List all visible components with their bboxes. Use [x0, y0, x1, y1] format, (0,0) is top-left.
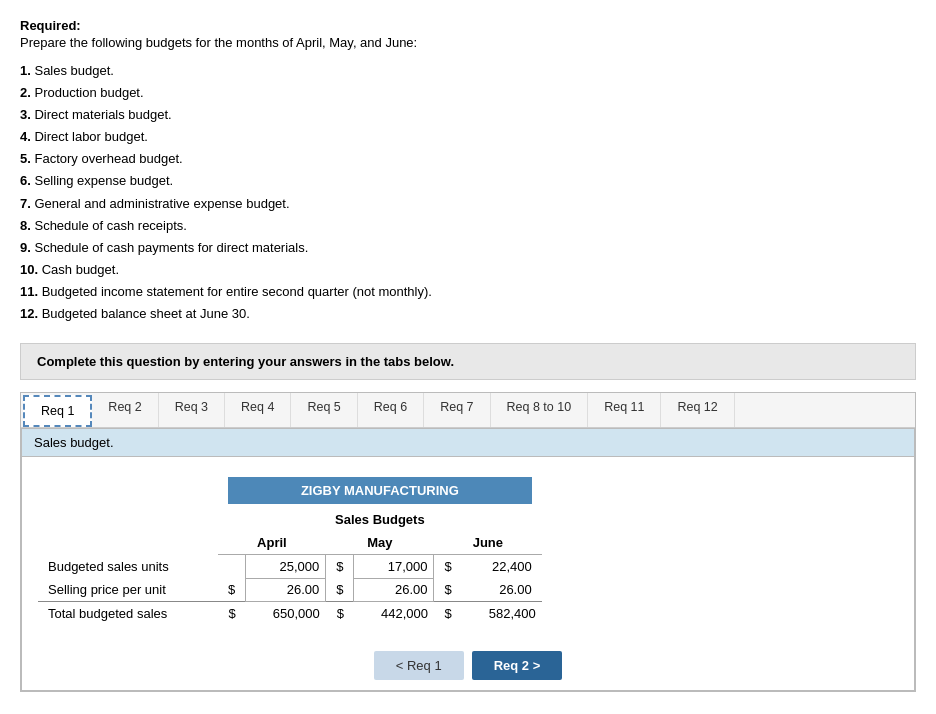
row-label-3: Total budgeted sales: [38, 602, 218, 626]
list-item: 1. Sales budget.: [20, 60, 916, 82]
row-label-1: Budgeted sales units: [38, 555, 218, 579]
tab-req2[interactable]: Req 2: [92, 393, 158, 427]
list-item: 10. Cash budget.: [20, 259, 916, 281]
prefix-may-2: $: [326, 578, 354, 602]
cell-june-1: 22,400: [462, 555, 542, 579]
cell-april-1[interactable]: 25,000: [246, 555, 326, 579]
nav-buttons: < Req 1 Req 2 >: [22, 637, 914, 690]
tab-req12[interactable]: Req 12: [661, 393, 734, 427]
budget-list: 1. Sales budget. 2. Production budget. 3…: [20, 60, 916, 325]
list-item: 11. Budgeted income statement for entire…: [20, 281, 916, 303]
content-area: Sales budget. ZIGBY MANUFACTURING Sales …: [21, 428, 915, 691]
next-button[interactable]: Req 2 >: [472, 651, 563, 680]
list-item: 12. Budgeted balance sheet at June 30.: [20, 303, 916, 325]
prefix-april-3: $: [218, 602, 246, 626]
cell-june-3: 582,400: [462, 602, 542, 626]
prefix-april-1: [218, 555, 246, 579]
budget-table: ZIGBY MANUFACTURING Sales Budgets April …: [38, 473, 542, 625]
intro-text: Prepare the following budgets for the mo…: [20, 35, 916, 50]
row-label-2: Selling price per unit: [38, 578, 218, 602]
cell-may-3: 442,000: [354, 602, 434, 626]
prefix-june-3: $: [434, 602, 462, 626]
list-item: 3. Direct materials budget.: [20, 104, 916, 126]
list-item: 8. Schedule of cash receipts.: [20, 215, 916, 237]
prefix-june-2: $: [434, 578, 462, 602]
tab-req6[interactable]: Req 6: [358, 393, 424, 427]
tab-req3[interactable]: Req 3: [159, 393, 225, 427]
required-label: Required:: [20, 18, 916, 33]
tabs-row: Req 1 Req 2 Req 3 Req 4 Req 5 Req 6 Req …: [21, 393, 915, 428]
tab-req1[interactable]: Req 1: [23, 395, 92, 427]
list-item: 9. Schedule of cash payments for direct …: [20, 237, 916, 259]
cell-june-2: 26.00: [462, 578, 542, 602]
list-item: 7. General and administrative expense bu…: [20, 193, 916, 215]
cell-may-1[interactable]: 17,000: [354, 555, 434, 579]
prefix-may-3: $: [326, 602, 354, 626]
section-header: Sales budget.: [22, 428, 914, 457]
company-name: ZIGBY MANUFACTURING: [228, 477, 532, 504]
prev-button[interactable]: < Req 1: [374, 651, 464, 680]
table-row: Budgeted sales units 25,000 $ 17,000 $ 2…: [38, 555, 542, 579]
prefix-may-1: $: [326, 555, 354, 579]
col-header-june: June: [434, 531, 542, 555]
prefix-april-2: $: [218, 578, 246, 602]
tab-req7[interactable]: Req 7: [424, 393, 490, 427]
tab-req8to10[interactable]: Req 8 to 10: [491, 393, 589, 427]
table-row-total: Total budgeted sales $ 650,000 $ 442,000…: [38, 602, 542, 626]
list-item: 5. Factory overhead budget.: [20, 148, 916, 170]
prefix-june-1: $: [434, 555, 462, 579]
list-item: 4. Direct labor budget.: [20, 126, 916, 148]
cell-may-2[interactable]: 26.00: [354, 578, 434, 602]
cell-april-2[interactable]: 26.00: [246, 578, 326, 602]
table-row: Selling price per unit $ 26.00 $ 26.00 $…: [38, 578, 542, 602]
tab-req5[interactable]: Req 5: [291, 393, 357, 427]
instruction-box: Complete this question by entering your …: [20, 343, 916, 380]
tab-req11[interactable]: Req 11: [588, 393, 661, 427]
tab-req4[interactable]: Req 4: [225, 393, 291, 427]
col-header-may: May: [326, 531, 434, 555]
table-wrapper: ZIGBY MANUFACTURING Sales Budgets April …: [22, 457, 914, 637]
cell-april-3: 650,000: [246, 602, 326, 626]
list-item: 6. Selling expense budget.: [20, 170, 916, 192]
col-header-april: April: [218, 531, 326, 555]
table-title: Sales Budgets: [218, 508, 542, 531]
list-item: 2. Production budget.: [20, 82, 916, 104]
